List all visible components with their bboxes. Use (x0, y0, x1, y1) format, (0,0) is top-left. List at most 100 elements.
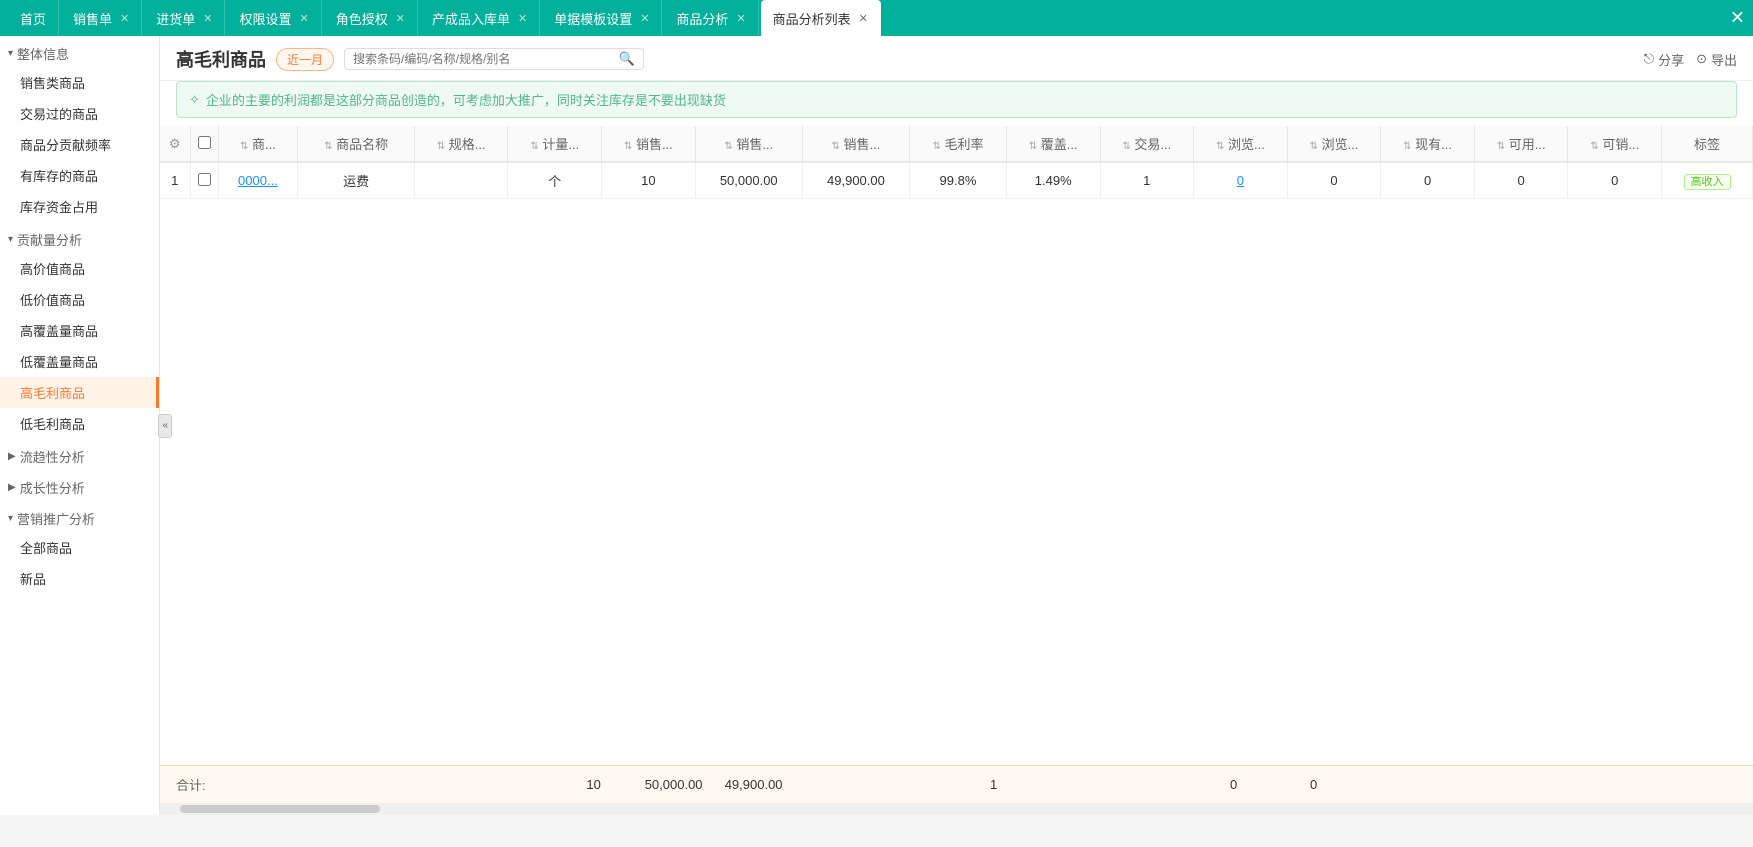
cell-code[interactable]: 0000... (218, 162, 298, 199)
nav-tab-role[interactable]: 角色授权 ✕ (324, 0, 418, 36)
cell-browse1[interactable]: 0 (1194, 162, 1288, 199)
col-current[interactable]: ⇅ 现有... (1381, 126, 1475, 162)
content-header: 高毛利商品 近一月 🔍 ⎋ 分享 ⊙ 导出 (160, 36, 1753, 81)
footer-sales-count: 10 (554, 777, 634, 792)
close-icon[interactable]: ✕ (736, 12, 745, 25)
collapse-icon: ▶ (8, 482, 16, 493)
col-settings[interactable]: ⚙ (160, 126, 190, 162)
cell-index: 1 (160, 162, 190, 199)
nav-tab-home[interactable]: 首页 (8, 0, 59, 36)
sidebar-item-low-value[interactable]: 低价值商品 (0, 284, 159, 315)
cell-tag: 高收入 (1662, 162, 1753, 199)
footer-available: 0 (1274, 777, 1354, 792)
col-gross-rate[interactable]: ⇅ 毛利率 (910, 126, 1007, 162)
close-icon[interactable]: ✕ (396, 12, 405, 25)
close-icon[interactable]: ✕ (120, 12, 129, 25)
close-icon[interactable]: ✕ (518, 12, 527, 25)
nav-tab-analysis[interactable]: 商品分析 ✕ (664, 0, 758, 36)
sidebar-group-growth[interactable]: ▶ 成长性分析 (0, 470, 159, 501)
nav-tab-product-in[interactable]: 产成品入库单 ✕ (420, 0, 540, 36)
sidebar: ▾ 整体信息 销售类商品 交易过的商品 商品分贡献频率 有库存的商品 库存资金占… (0, 36, 160, 815)
col-saleable[interactable]: ⇅ 可销... (1568, 126, 1662, 162)
cell-saleable: 0 (1568, 162, 1662, 199)
nav-tab-template[interactable]: 单据模板设置 ✕ (542, 0, 662, 36)
tag-badge: 高收入 (1684, 174, 1731, 190)
col-spec[interactable]: ⇅ 规格... (414, 126, 508, 162)
sidebar-item-high-coverage[interactable]: 高覆盖量商品 (0, 315, 159, 346)
scroll-thumb[interactable] (180, 805, 380, 813)
search-icon[interactable]: 🔍 (619, 51, 635, 67)
cell-unit: 个 (508, 162, 602, 199)
sidebar-item-low-coverage[interactable]: 低覆盖量商品 (0, 346, 159, 377)
collapse-icon: ▾ (8, 513, 13, 524)
col-browse2[interactable]: ⇅ 浏览... (1287, 126, 1381, 162)
toggle-sidebar-button[interactable]: « (158, 414, 172, 438)
close-icon[interactable]: ✕ (640, 12, 649, 25)
cell-gross-rate: 99.8% (910, 162, 1007, 199)
cell-name: 运费 (298, 162, 415, 199)
col-available[interactable]: ⇅ 可用... (1474, 126, 1568, 162)
cell-browse2: 0 (1287, 162, 1381, 199)
col-sales-cost[interactable]: ⇅ 销售... (802, 126, 909, 162)
footer-label: 合计: (176, 775, 206, 794)
data-table: ⚙ ⇅ 商... ⇅ 商品名称 (160, 126, 1753, 199)
horizontal-scrollbar[interactable] (160, 803, 1753, 815)
sidebar-group-overall[interactable]: ▾ 整体信息 (0, 36, 159, 67)
close-all-tabs[interactable]: ✕ (1730, 8, 1745, 29)
cell-sales-count: 10 (602, 162, 696, 199)
sidebar-item-sales-goods[interactable]: 销售类商品 (0, 67, 159, 98)
sidebar-item-new-goods[interactable]: 新品 (0, 563, 159, 594)
sidebar-item-contribution-freq[interactable]: 商品分贡献频率 (0, 129, 159, 160)
export-button[interactable]: ⊙ 导出 (1696, 50, 1737, 69)
sidebar-item-in-stock[interactable]: 有库存的商品 (0, 160, 159, 191)
col-name[interactable]: ⇅ 商品名称 (298, 126, 415, 162)
footer-sales-cost: 49,900.00 (714, 777, 794, 792)
col-unit[interactable]: ⇅ 计量... (508, 126, 602, 162)
sidebar-group-contribution[interactable]: ▾ 贡献量分析 (0, 222, 159, 253)
select-all-checkbox[interactable] (198, 136, 211, 149)
sidebar-item-high-value[interactable]: 高价值商品 (0, 253, 159, 284)
sidebar-item-low-margin[interactable]: 低毛利商品 (0, 408, 159, 439)
table-row: 1 0000... 运费 个 10 50,000.00 49,900.00 99… (160, 162, 1753, 199)
col-sales-amount[interactable]: ⇅ 销售... (695, 126, 802, 162)
footer-sales-amount: 50,000.00 (634, 777, 714, 792)
sidebar-group-marketing[interactable]: ▾ 营销推广分析 (0, 501, 159, 532)
info-icon: ✧ (189, 92, 200, 108)
close-icon[interactable]: ✕ (300, 12, 309, 25)
col-code[interactable]: ⇅ 商... (218, 126, 298, 162)
collapse-icon: ▾ (8, 234, 13, 245)
row-checkbox[interactable] (198, 173, 211, 186)
col-transaction[interactable]: ⇅ 交易... (1100, 126, 1194, 162)
nav-tab-analysis-list[interactable]: 商品分析列表 ✕ (761, 0, 881, 36)
nav-tab-purchase[interactable]: 进货单 ✕ (144, 0, 225, 36)
close-icon[interactable]: ✕ (859, 12, 868, 25)
sidebar-item-high-margin[interactable]: 高毛利商品 (0, 377, 159, 408)
sidebar-item-all-goods[interactable]: 全部商品 (0, 532, 159, 563)
close-icon[interactable]: ✕ (203, 12, 212, 25)
settings-icon[interactable]: ⚙ (169, 136, 181, 151)
export-icon: ⊙ (1696, 51, 1707, 67)
col-tag[interactable]: 标签 (1662, 126, 1753, 162)
footer-current: 0 (1194, 777, 1274, 792)
nav-tab-permission[interactable]: 权限设置 ✕ (227, 0, 321, 36)
info-banner: ✧ 企业的主要的利润都是这部分商品创造的，可考虑加大推广，同时关注库存是不要出现… (176, 81, 1737, 118)
cell-sales-cost: 49,900.00 (802, 162, 909, 199)
cell-coverage: 1.49% (1006, 162, 1100, 199)
filter-month-button[interactable]: 近一月 (276, 48, 334, 71)
page-title: 高毛利商品 (176, 46, 266, 72)
sidebar-group-trend[interactable]: ▶ 流趋性分析 (0, 439, 159, 470)
cell-available: 0 (1474, 162, 1568, 199)
cell-spec (414, 162, 508, 199)
nav-tab-sales[interactable]: 销售单 ✕ (61, 0, 142, 36)
col-coverage[interactable]: ⇅ 覆盖... (1006, 126, 1100, 162)
col-browse1[interactable]: ⇅ 浏览... (1194, 126, 1288, 162)
table-footer: 合计: 10 50,000.00 49,900.00 1 0 0 (160, 765, 1753, 803)
col-checkbox[interactable] (190, 126, 218, 162)
cell-checkbox[interactable] (190, 162, 218, 199)
sidebar-item-inventory-capital[interactable]: 库存资金占用 (0, 191, 159, 222)
sidebar-item-traded-goods[interactable]: 交易过的商品 (0, 98, 159, 129)
search-input[interactable] (353, 52, 615, 66)
share-button[interactable]: ⎋ 分享 (1644, 50, 1684, 69)
collapse-icon: ▶ (8, 451, 16, 462)
col-sales-count[interactable]: ⇅ 销售... (602, 126, 696, 162)
